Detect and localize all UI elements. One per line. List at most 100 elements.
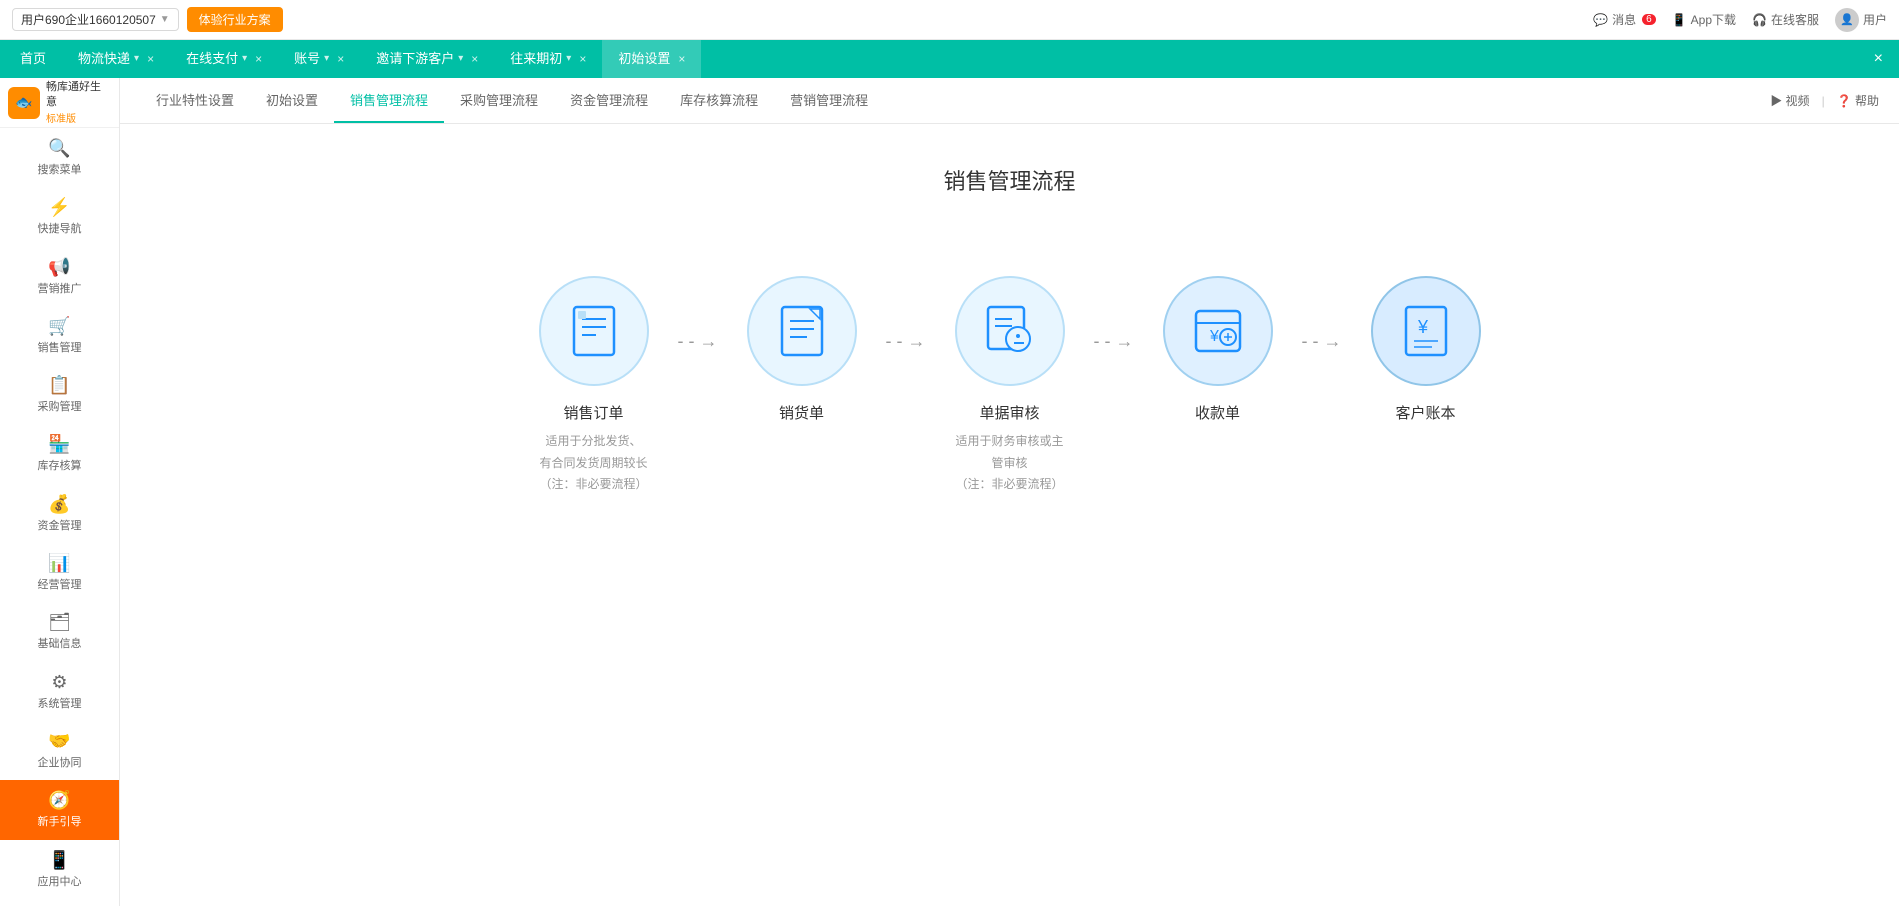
nav-tab-invite[interactable]: 邀请下游客户 ▾ × [360, 40, 494, 78]
flow-circle-1 [539, 276, 649, 386]
sidebar-item-operation-label: 经营管理 [38, 578, 82, 592]
download-icon: 📱 [1672, 13, 1687, 27]
help-icon: ❓ [1837, 94, 1852, 108]
top-bar: 用户690企业1660120507 ▼ 体验行业方案 💬 消息 6 📱 App下… [0, 0, 1899, 40]
sub-tab-sales-flow-label: 销售管理流程 [350, 93, 428, 108]
arrow-icon-2: - - → [886, 331, 926, 352]
nav-tab-init-label: 初始设置 [618, 40, 670, 78]
nav-tab-account-label: 账号 [294, 40, 320, 78]
sidebar-item-inventory[interactable]: 🏪 库存核算 [0, 424, 119, 483]
main-layout: 🐟 畅库通好生意 标准版 🔍 搜索菜单 ⚡ 快捷导航 📢 营销推广 🛒 销售管理… [0, 78, 1899, 906]
logo-text: 畅库通好生意 [46, 80, 111, 111]
nav-tab-period[interactable]: 往来期初 ▾ × [494, 40, 602, 78]
top-bar-left: 用户690企业1660120507 ▼ 体验行业方案 [12, 7, 283, 32]
headset-icon: 🎧 [1752, 13, 1767, 27]
sidebar-item-basic-info[interactable]: 🗂 基础信息 [0, 602, 119, 661]
flow-step-ledger: ¥ 客户账本 [1346, 276, 1506, 431]
arrow-icon-4: - - → [1302, 331, 1342, 352]
sub-tab-marketing-flow[interactable]: 营销管理流程 [774, 78, 884, 123]
logo-badge: 标准版 [46, 110, 111, 125]
sidebar-logo: 🐟 畅库通好生意 标准版 [0, 78, 119, 128]
close-icon[interactable]: × [471, 40, 478, 78]
nav-tab-init-settings[interactable]: 初始设置 × [602, 40, 701, 78]
arrow-icon-1: - - → [678, 331, 718, 352]
flow-arrow-4: - - → [1298, 331, 1346, 352]
online-service-label: 在线客服 [1771, 11, 1819, 28]
flow-step-1-name: 销售订单 [563, 402, 623, 423]
flow-arrow-1: - - → [674, 331, 722, 352]
sidebar-item-guide[interactable]: 🧭 新手引导 [0, 780, 119, 839]
sidebar-item-finance[interactable]: 💰 资金管理 [0, 484, 119, 543]
sidebar-item-enterprise[interactable]: 🤝 企业协同 [0, 721, 119, 780]
logo-icon: 🐟 [8, 87, 40, 119]
payment-icon: ¥ [1188, 301, 1248, 361]
flow-step-audit: 单据审核 适用于财务审核或主管审核（注：非必要流程） [930, 276, 1090, 496]
sidebar-item-app-center-label: 应用中心 [38, 875, 82, 889]
sidebar-item-finance-label: 资金管理 [38, 519, 82, 533]
close-icon[interactable]: × [337, 40, 344, 78]
sub-tab-inventory-flow[interactable]: 库存核算流程 [664, 78, 774, 123]
sidebar-item-system[interactable]: ⚙ 系统管理 [0, 662, 119, 721]
sidebar-item-inventory-label: 库存核算 [38, 459, 82, 473]
video-label: 视频 [1786, 94, 1810, 108]
sub-tab-purchase-flow-label: 采购管理流程 [460, 93, 538, 108]
sub-tab-sales-flow[interactable]: 销售管理流程 [334, 78, 444, 123]
sidebar-item-wechat[interactable]: 💬 企业微信 [0, 899, 119, 906]
flow-circle-3 [955, 276, 1065, 386]
app-download-button[interactable]: 📱 App下载 [1672, 11, 1736, 28]
sidebar-item-app-center[interactable]: 📱 应用中心 [0, 840, 119, 899]
nav-tab-account[interactable]: 账号 ▾ × [278, 40, 360, 78]
ledger-icon: ¥ [1396, 301, 1456, 361]
flow-step-delivery: 销货单 [722, 276, 882, 431]
flow-step-4-name: 收款单 [1195, 402, 1240, 423]
close-icon[interactable]: × [579, 40, 586, 78]
flow-title: 销售管理流程 [140, 164, 1879, 196]
sales-icon: 🛒 [48, 316, 70, 337]
basic-info-icon: 🗂 [48, 612, 71, 633]
sidebar-item-marketing-label: 营销推广 [38, 282, 82, 296]
close-icon[interactable]: × [147, 40, 154, 78]
sub-tab-purchase-flow[interactable]: 采购管理流程 [444, 78, 554, 123]
flow-circle-4: ¥ [1163, 276, 1273, 386]
svg-text:¥: ¥ [1209, 328, 1219, 345]
delivery-icon [772, 301, 832, 361]
sidebar-item-purchase[interactable]: 📋 采购管理 [0, 365, 119, 424]
close-all-button[interactable]: × [1862, 50, 1895, 68]
sidebar: 🐟 畅库通好生意 标准版 🔍 搜索菜单 ⚡ 快捷导航 📢 营销推广 🛒 销售管理… [0, 78, 120, 906]
close-icon[interactable]: × [678, 40, 685, 78]
sales-order-icon [564, 301, 624, 361]
inventory-icon: 🏪 [48, 434, 70, 455]
sidebar-item-marketing[interactable]: 📢 营销推广 [0, 247, 119, 306]
video-button[interactable]: ▶ 视频 [1770, 92, 1809, 109]
user-button[interactable]: 👤 用户 [1835, 8, 1887, 32]
sub-tab-init[interactable]: 初始设置 [250, 78, 334, 123]
experience-button[interactable]: 体验行业方案 [187, 7, 283, 32]
sidebar-item-operation[interactable]: 📊 经营管理 [0, 543, 119, 602]
sidebar-item-sales[interactable]: 🛒 销售管理 [0, 306, 119, 365]
sidebar-item-guide-label: 新手引导 [38, 815, 82, 829]
nav-tab-home[interactable]: 首页 [4, 40, 62, 78]
nav-tab-payment[interactable]: 在线支付 ▾ × [170, 40, 278, 78]
video-icon: ▶ [1770, 94, 1782, 108]
sidebar-item-quick-nav[interactable]: ⚡ 快捷导航 [0, 187, 119, 246]
message-button[interactable]: 💬 消息 6 [1593, 11, 1656, 28]
help-button[interactable]: ❓ 帮助 [1837, 92, 1879, 109]
app-download-label: App下载 [1691, 11, 1736, 28]
flow-step-5-name: 客户账本 [1395, 402, 1455, 423]
sub-tab-industry[interactable]: 行业特性设置 [140, 78, 250, 123]
top-bar-right: 💬 消息 6 📱 App下载 🎧 在线客服 👤 用户 [1593, 8, 1887, 32]
marketing-icon: 📢 [48, 257, 70, 278]
sub-tab-finance-flow[interactable]: 资金管理流程 [554, 78, 664, 123]
flow-step-3-desc: 适用于财务审核或主管审核（注：非必要流程） [955, 431, 1063, 496]
sub-tab-industry-label: 行业特性设置 [156, 93, 234, 108]
nav-tab-logistics[interactable]: 物流快递 ▾ × [62, 40, 170, 78]
quick-nav-icon: ⚡ [48, 197, 70, 218]
online-service-button[interactable]: 🎧 在线客服 [1752, 11, 1819, 28]
sidebar-item-search[interactable]: 🔍 搜索菜单 [0, 128, 119, 187]
close-icon[interactable]: × [255, 40, 262, 78]
finance-icon: 💰 [48, 494, 70, 515]
user-selector[interactable]: 用户690企业1660120507 ▼ [12, 8, 179, 31]
guide-icon: 🧭 [48, 790, 70, 811]
user-selector-text: 用户690企业1660120507 [21, 11, 156, 28]
audit-icon [980, 301, 1040, 361]
